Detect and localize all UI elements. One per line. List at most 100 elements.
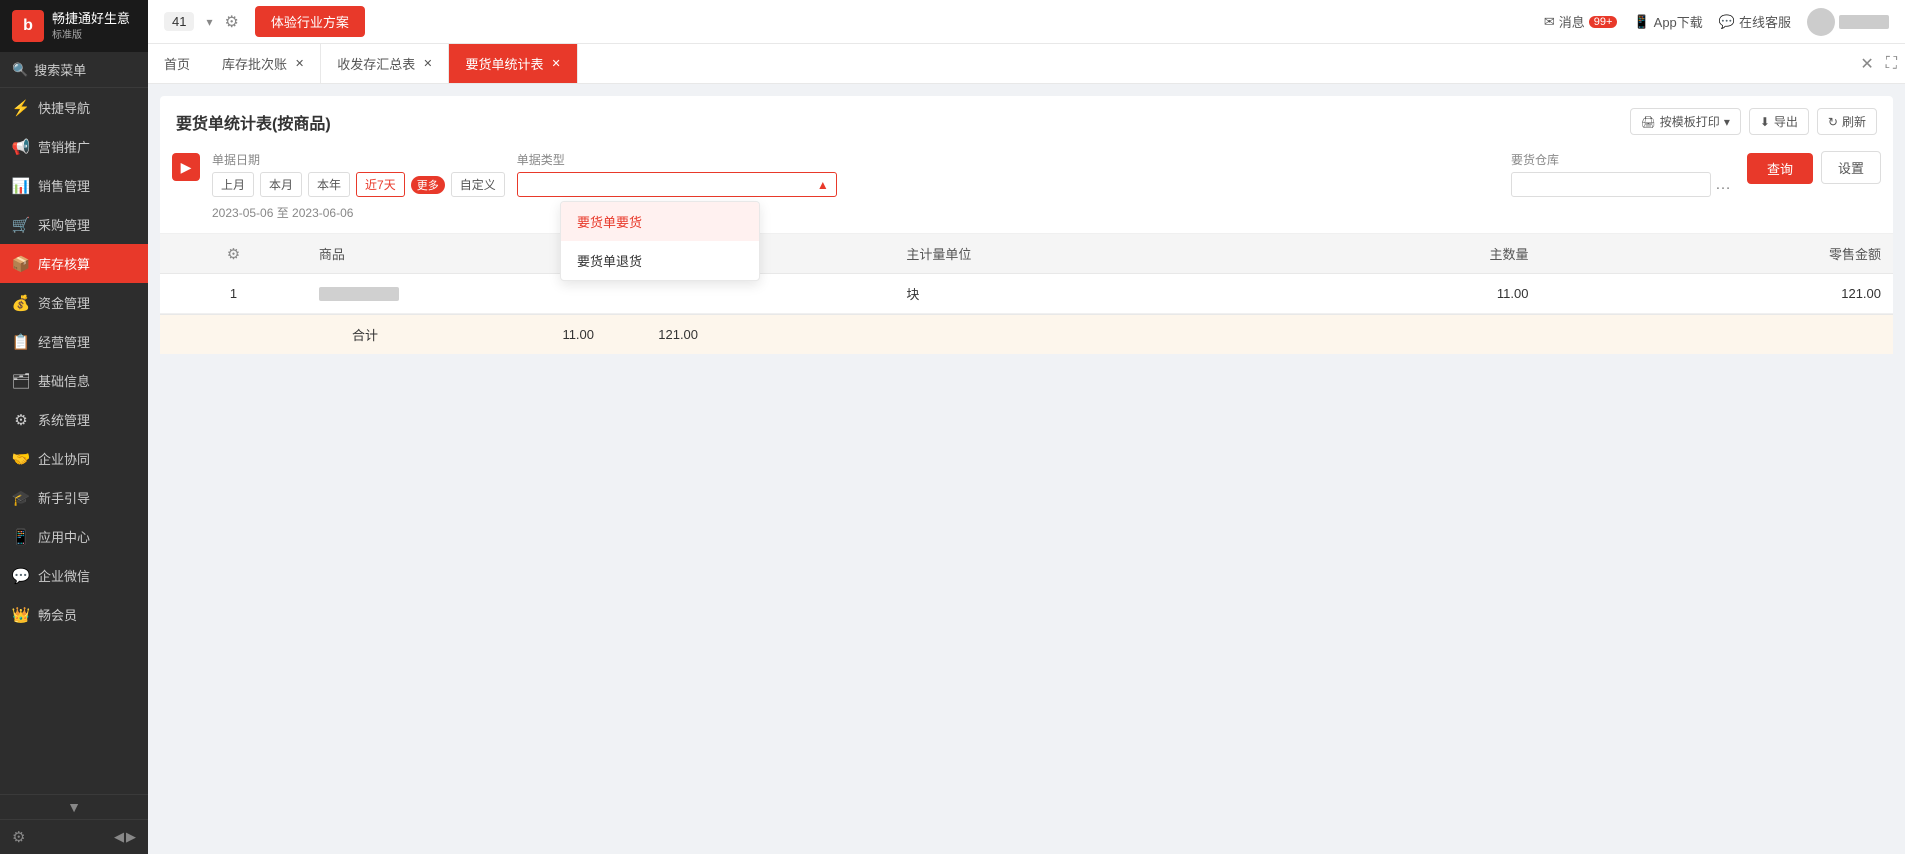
sidebar-scroll-down[interactable]: ▼ [0, 794, 148, 819]
tab-close-all-btn[interactable]: ✕ [1856, 50, 1877, 78]
type-filter-label: 单据类型 [517, 151, 837, 168]
purchase-icon: 🛒 [12, 216, 30, 234]
marketing-icon: 📢 [12, 138, 30, 156]
sidebar-item-label: 应用中心 [38, 527, 90, 546]
row-amount-cell: 121.00 [1541, 274, 1894, 314]
sidebar-item-label: 销售管理 [38, 176, 90, 195]
table-footer: 合计 11.00 121.00 [160, 314, 1893, 354]
sidebar-item-marketing[interactable]: 📢 营销推广 [0, 127, 148, 166]
sidebar-item-basic[interactable]: 🗂 基础信息 [0, 361, 148, 400]
tab-order-stats[interactable]: 要货单统计表 ✕ [449, 44, 577, 84]
row-unit-value: 块 [906, 287, 919, 302]
row-num-cell: 1 [160, 274, 307, 314]
dropdown-item-order-return[interactable]: 要货单退货 [561, 241, 759, 280]
messages-btn[interactable]: ✉ 消息 99+ [1544, 12, 1618, 31]
date-btn-curr-year[interactable]: 本年 [308, 172, 350, 197]
tab-order-stats-close[interactable]: ✕ [552, 57, 561, 70]
trial-button[interactable]: 体验行业方案 [255, 6, 365, 37]
table-body: 1 块 11.00 [160, 274, 1893, 314]
sidebar-item-quick-nav[interactable]: ⚡ 快捷导航 [0, 88, 148, 127]
sidebar-item-app-center[interactable]: 📱 应用中心 [0, 517, 148, 556]
filter-actions: 查询 设置 [1747, 151, 1881, 186]
sidebar-search[interactable]: 🔍 搜索菜单 [0, 52, 148, 88]
sidebar-item-enterprise[interactable]: 🤝 企业协同 [0, 439, 148, 478]
sidebar-item-inventory[interactable]: 📦 库存核算 [0, 244, 148, 283]
tabs-end-controls: ✕ ⛶ [1856, 50, 1905, 78]
dropdown-item-order-goods[interactable]: 要货单要货 [561, 202, 759, 241]
logo-icon: b [12, 10, 44, 42]
sidebar-footer[interactable]: ⚙ ◀ ▶ [0, 819, 148, 854]
print-label: 按模板打印 [1660, 113, 1720, 130]
sidebar-item-label: 企业微信 [38, 566, 90, 585]
warehouse-filter-group: 要货仓库 … [1511, 151, 1735, 197]
table-settings-icon[interactable]: ⚙ [227, 246, 240, 263]
page-title-actions: 🖨 按模板打印 ▾ ⬇ 导出 ↻ 刷新 [1630, 108, 1877, 135]
sidebar-item-system[interactable]: ⚙ 系统管理 [0, 400, 148, 439]
data-table: ⚙ 商品 主计量单位 主数量 零 [160, 234, 1893, 314]
sidebar-item-label: 营销推广 [38, 137, 90, 156]
filter-expand-btn[interactable]: ▶ [172, 153, 200, 181]
app-download-btn[interactable]: 📱 App下载 [1633, 12, 1702, 31]
sidebar-item-purchase[interactable]: 🛒 采购管理 [0, 205, 148, 244]
tab-receive-summary[interactable]: 收发存汇总表 ✕ [321, 44, 449, 84]
row-num: 1 [230, 286, 237, 301]
sidebar-item-label: 库存核算 [38, 254, 90, 273]
online-service-btn[interactable]: 💬 在线客服 [1719, 12, 1791, 31]
sidebar-item-member[interactable]: 👑 畅会员 [0, 595, 148, 634]
app-download-icon: 📱 [1633, 14, 1649, 30]
sidebar-item-label: 采购管理 [38, 215, 90, 234]
sidebar-item-label: 企业协同 [38, 449, 90, 468]
online-service-icon: 💬 [1719, 14, 1735, 30]
sidebar-item-guide[interactable]: 🎓 新手引导 [0, 478, 148, 517]
type-filter-arrow[interactable]: ▲ [817, 178, 829, 192]
export-btn[interactable]: ⬇ 导出 [1749, 108, 1809, 135]
header-dropdown-arrow[interactable]: ▾ [206, 15, 212, 29]
refresh-icon: ↻ [1828, 115, 1838, 129]
settings-button[interactable]: 设置 [1821, 151, 1881, 184]
settings-gear-icon: ⚙ [12, 828, 25, 846]
sidebar-item-label: 快捷导航 [38, 98, 90, 117]
scroll-down-icon: ▼ [67, 799, 81, 815]
col-qty-header: 主数量 [1188, 234, 1540, 274]
sidebar-item-operation[interactable]: 📋 经营管理 [0, 322, 148, 361]
refresh-btn[interactable]: ↻ 刷新 [1817, 108, 1877, 135]
type-filter-input[interactable] [517, 172, 837, 197]
warehouse-filter-input[interactable] [1511, 172, 1711, 197]
sidebar-item-finance[interactable]: 💰 资金管理 [0, 283, 148, 322]
sidebar-nav: ⚡ 快捷导航 📢 营销推广 📊 销售管理 🛒 采购管理 📦 库存核算 💰 资金管… [0, 88, 148, 794]
refresh-label: 刷新 [1842, 113, 1866, 130]
messages-label: 消息 [1559, 12, 1585, 31]
export-label: 导出 [1774, 113, 1798, 130]
tab-expand-btn[interactable]: ⛶ [1882, 51, 1901, 77]
sidebar-item-enterprise-wechat[interactable]: 💬 企业微信 [0, 556, 148, 595]
header-gear-icon[interactable]: ⚙ [225, 12, 239, 32]
date-filter-row: 上月 本月 本年 近7天 更多 自定义 [212, 172, 505, 197]
date-btn-prev-month[interactable]: 上月 [212, 172, 254, 197]
print-btn[interactable]: 🖨 按模板打印 ▾ [1630, 108, 1741, 135]
table-row: 1 块 11.00 [160, 274, 1893, 314]
tab-receive-summary-close[interactable]: ✕ [423, 57, 432, 70]
app-center-icon: 📱 [12, 528, 30, 546]
main-area: 41 ▾ ⚙ 体验行业方案 ✉ 消息 99+ 📱 App下载 💬 在线客服 [148, 0, 1905, 854]
user-area[interactable] [1807, 8, 1889, 36]
sidebar-item-label: 经营管理 [38, 332, 90, 351]
inventory-icon: 📦 [12, 255, 30, 273]
header-number-badge: 41 [164, 12, 194, 31]
date-range-text: 2023-05-06 至 2023-06-06 [212, 204, 505, 221]
tab-inventory-batch-close[interactable]: ✕ [295, 57, 304, 70]
date-btn-last7[interactable]: 近7天 [356, 172, 405, 197]
finance-icon: 💰 [12, 294, 30, 312]
tab-order-stats-label: 要货单统计表 [465, 54, 543, 73]
date-btn-custom[interactable]: 自定义 [451, 172, 505, 197]
export-icon: ⬇ [1760, 115, 1770, 129]
tab-inventory-batch[interactable]: 库存批次账 ✕ [206, 44, 321, 84]
type-filter-group: 单据类型 ▲ [517, 151, 837, 197]
col-unit-label: 主计量单位 [906, 247, 971, 262]
date-btn-curr-month[interactable]: 本月 [260, 172, 302, 197]
sidebar-item-sales[interactable]: 📊 销售管理 [0, 166, 148, 205]
warehouse-more-icon[interactable]: … [1711, 176, 1735, 194]
date-more-badge[interactable]: 更多 [411, 176, 445, 194]
table-head: ⚙ 商品 主计量单位 主数量 零 [160, 234, 1893, 274]
tab-home[interactable]: 首页 [148, 44, 206, 84]
query-button[interactable]: 查询 [1747, 153, 1813, 184]
